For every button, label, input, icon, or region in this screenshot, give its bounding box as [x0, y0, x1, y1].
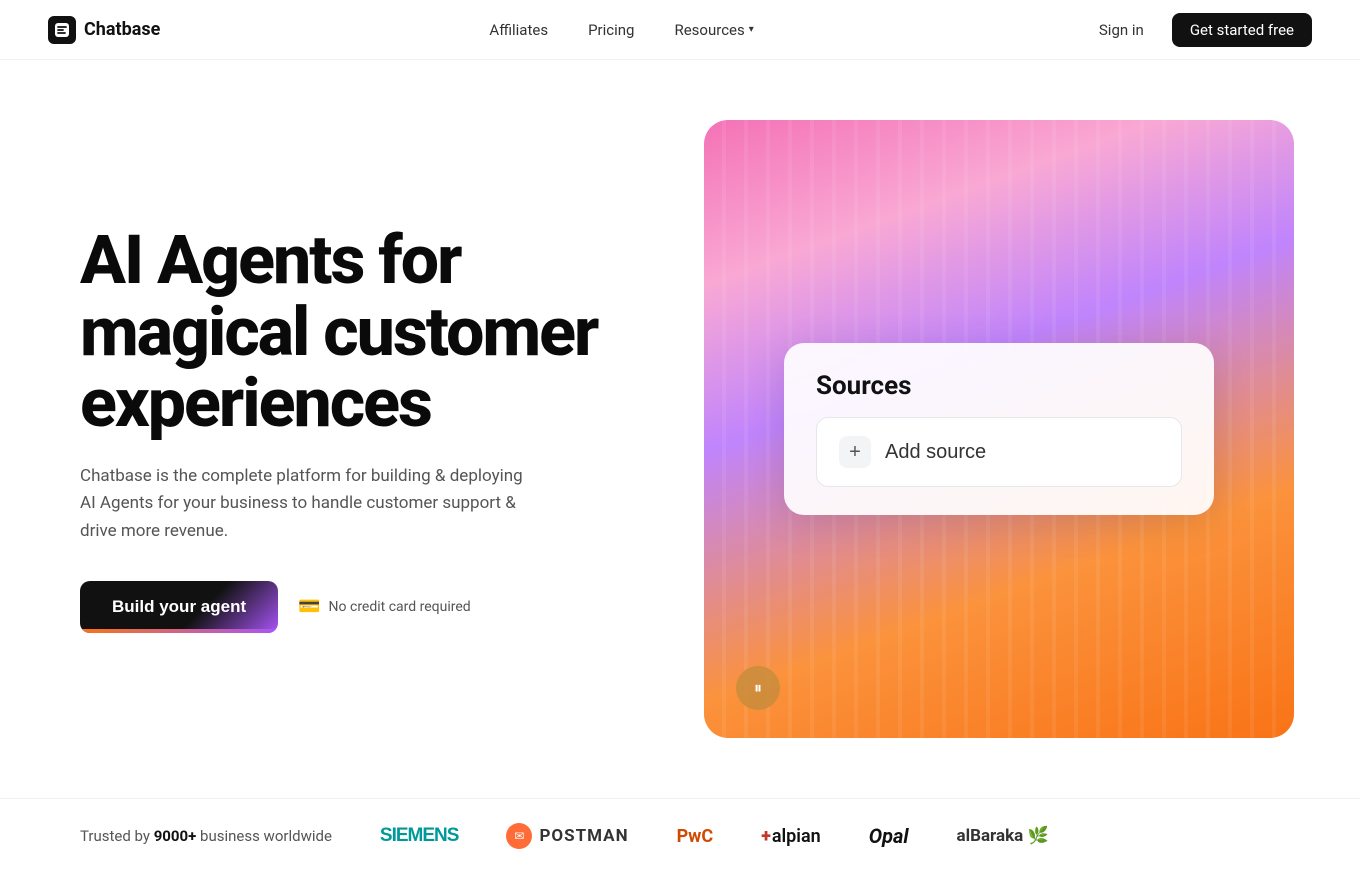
logo-alpian: alpian: [761, 826, 821, 847]
hero-title: AI Agents for magical customer experienc…: [80, 225, 704, 439]
partner-logos: SIEMENS POSTMAN PwC alpian Opal alBaraka…: [380, 823, 1280, 849]
nav-resources[interactable]: Resources ▾: [658, 15, 769, 45]
logo-siemens: SIEMENS: [380, 825, 459, 847]
nav-affiliates[interactable]: Affiliates: [473, 15, 564, 45]
hero-description: Chatbase is the complete platform for bu…: [80, 463, 540, 545]
signin-link[interactable]: Sign in: [1083, 15, 1160, 45]
credit-card-icon: 💳: [298, 596, 320, 617]
build-agent-button[interactable]: Build your agent: [80, 581, 278, 633]
signup-button[interactable]: Get started free: [1172, 13, 1312, 47]
sources-title: Sources: [816, 371, 1182, 401]
hero-left: AI Agents for magical customer experienc…: [80, 225, 704, 633]
nav-links: Affiliates Pricing Resources ▾: [473, 15, 769, 45]
postman-icon: [506, 823, 532, 849]
no-cc-notice: 💳 No credit card required: [298, 596, 471, 617]
hero-actions: Build your agent 💳 No credit card requir…: [80, 581, 704, 633]
nav-pricing[interactable]: Pricing: [572, 15, 650, 45]
logo-postman: POSTMAN: [506, 823, 628, 849]
logo-link[interactable]: Chatbase: [48, 16, 160, 44]
sources-widget: Sources + Add source: [784, 343, 1214, 515]
logo-icon: [48, 16, 76, 44]
logo-opal: Opal: [869, 824, 909, 848]
chevron-down-icon: ▾: [749, 24, 754, 35]
trusted-label: Trusted by 9000+ business worldwide: [80, 827, 332, 845]
pause-button[interactable]: ⏸: [736, 666, 780, 710]
logo-pwc: PwC: [677, 826, 714, 847]
hero-card: Sources + Add source ⏸: [704, 120, 1294, 738]
add-source-button[interactable]: + Add source: [816, 417, 1182, 487]
hero-right: Sources + Add source ⏸: [704, 120, 1294, 738]
nav-right: Sign in Get started free: [1083, 13, 1312, 47]
logo-albaraka: alBaraka 🌿: [957, 826, 1049, 846]
plus-icon: +: [839, 436, 871, 468]
pause-icon: ⏸: [754, 678, 762, 698]
hero-section: AI Agents for magical customer experienc…: [0, 60, 1360, 798]
logo-text: Chatbase: [84, 19, 160, 40]
trusted-section: Trusted by 9000+ business worldwide SIEM…: [0, 798, 1360, 873]
navbar: Chatbase Affiliates Pricing Resources ▾ …: [0, 0, 1360, 60]
